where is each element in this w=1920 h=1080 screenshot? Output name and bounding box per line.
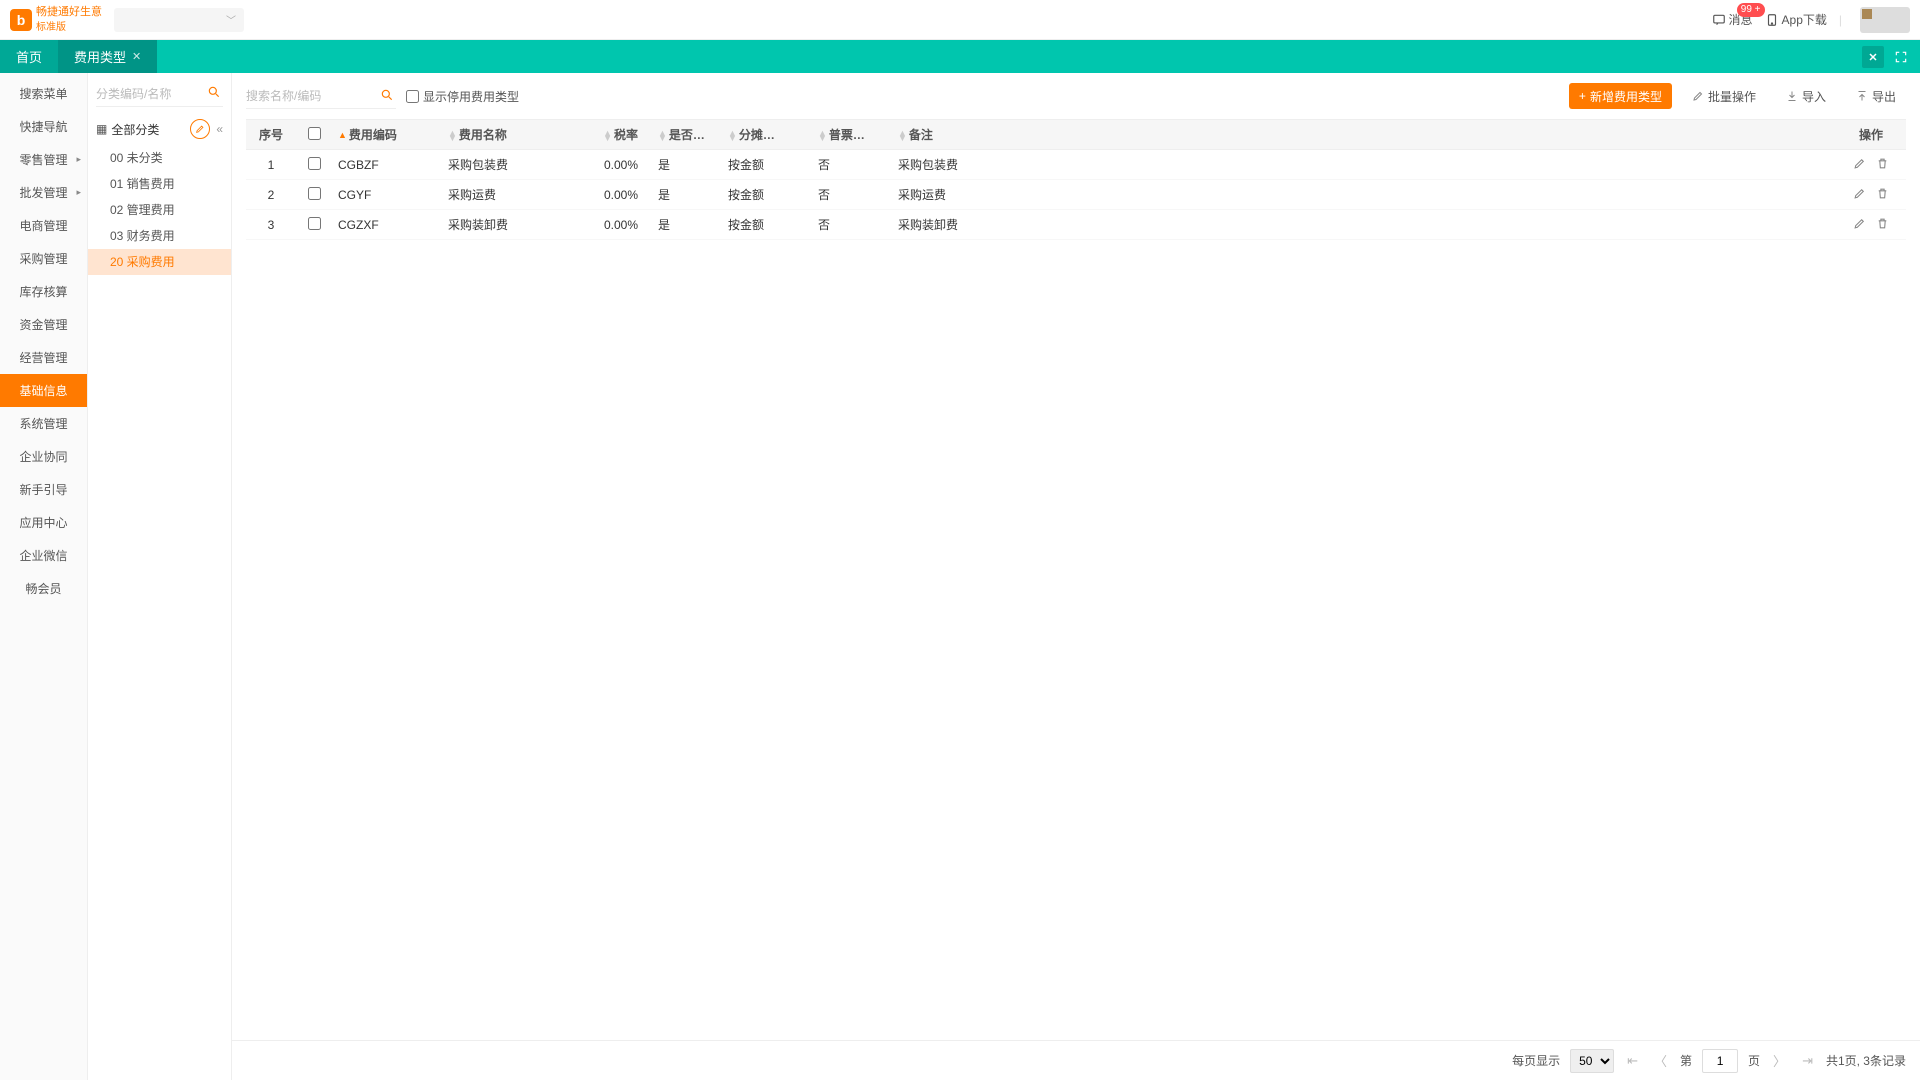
per-page-label: 每页显示 xyxy=(1512,1052,1560,1069)
pager: 每页显示 50 ⇤ 〈 第 页 〉 ⇥ 共1页, 3条记录 xyxy=(232,1040,1920,1080)
col-op: 操作 xyxy=(1836,120,1906,150)
tree-title[interactable]: ▦ 全部分类 xyxy=(96,121,184,138)
table-row: 1CGBZF采购包装费0.00%是按金额否采购包装费 xyxy=(246,150,1906,180)
import-button[interactable]: 导入 xyxy=(1776,83,1836,109)
row-checkbox[interactable] xyxy=(308,217,321,230)
sidebar-item[interactable]: 搜索菜单 xyxy=(0,77,87,110)
edit-categories-button[interactable] xyxy=(190,119,210,139)
delete-icon[interactable] xyxy=(1876,157,1889,170)
app-download-button[interactable]: App下载 xyxy=(1765,11,1827,28)
sidebar-item[interactable]: 快捷导航 xyxy=(0,110,87,143)
show-disabled-checkbox[interactable]: 显示停用费用类型 xyxy=(406,88,519,105)
caret-icon: ▸ xyxy=(76,154,81,165)
col-code[interactable]: ▲费用编码 xyxy=(332,120,442,150)
edit-icon xyxy=(1692,90,1704,102)
logo-icon: b xyxy=(10,9,32,31)
tab-expense-type[interactable]: 费用类型 ✕ xyxy=(58,40,157,73)
search-icon[interactable] xyxy=(207,85,221,99)
tree-item[interactable]: 02 管理费用 xyxy=(88,197,231,223)
col-tax[interactable]: ▲▼普票… xyxy=(812,120,892,150)
sidebar-item[interactable]: 应用中心 xyxy=(0,506,87,539)
tab-close-all-button[interactable] xyxy=(1862,46,1884,68)
search-input[interactable] xyxy=(246,83,396,109)
avatar[interactable] xyxy=(1860,7,1910,33)
plus-icon: + xyxy=(1579,89,1586,103)
chevron-down-icon: ﹀ xyxy=(226,12,236,27)
toolbar: 显示停用费用类型 + 新增费用类型 批量操作 导入 xyxy=(232,73,1920,119)
sidebar-item[interactable]: 库存核算 xyxy=(0,275,87,308)
table-row: 3CGZXF采购装卸费0.00%是按金额否采购装卸费 xyxy=(246,210,1906,240)
export-icon xyxy=(1856,90,1868,102)
sidebar-item[interactable]: 资金管理 xyxy=(0,308,87,341)
tree-search-input[interactable] xyxy=(96,81,223,107)
tabbar: 首页 费用类型 ✕ xyxy=(0,40,1920,73)
sidebar-item[interactable]: 新手引导 xyxy=(0,473,87,506)
col-bool[interactable]: ▲▼是否… xyxy=(652,120,722,150)
table-row: 2CGYF采购运费0.00%是按金额否采购运费 xyxy=(246,180,1906,210)
edit-icon[interactable] xyxy=(1853,157,1866,170)
tree-item[interactable]: 20 采购费用 xyxy=(88,249,231,275)
close-icon[interactable]: ✕ xyxy=(132,50,141,63)
expense-type-table: 序号 ▲费用编码 ▲▼费用名称 ▲▼税率 ▲▼是否… ▲▼分摊… ▲▼普票… ▲… xyxy=(246,119,1906,240)
messages-button[interactable]: 消息 99 + xyxy=(1712,11,1753,28)
page-input[interactable] xyxy=(1702,1049,1738,1073)
sidebar-item[interactable]: 系统管理 xyxy=(0,407,87,440)
search-icon[interactable] xyxy=(380,88,394,102)
caret-icon: ▸ xyxy=(76,187,81,198)
fullscreen-button[interactable] xyxy=(1890,46,1912,68)
export-button[interactable]: 导出 xyxy=(1846,83,1906,109)
tab-home[interactable]: 首页 xyxy=(0,40,58,73)
sidebar-item[interactable]: 基础信息 xyxy=(0,374,87,407)
pager-summary: 共1页, 3条记录 xyxy=(1826,1052,1906,1069)
row-checkbox[interactable] xyxy=(308,187,321,200)
sidebar-item[interactable]: 电商管理 xyxy=(0,209,87,242)
download-icon xyxy=(1765,13,1779,27)
org-selector[interactable]: ﹀ xyxy=(114,8,244,32)
tree-item[interactable]: 00 未分类 xyxy=(88,145,231,171)
col-name[interactable]: ▲▼费用名称 xyxy=(442,120,582,150)
brand-name: 畅捷通好生意 xyxy=(36,6,102,18)
delete-icon[interactable] xyxy=(1876,217,1889,230)
collapse-tree-icon[interactable]: « xyxy=(216,122,223,136)
batch-button[interactable]: 批量操作 xyxy=(1682,83,1766,109)
col-seq[interactable]: 序号 xyxy=(246,120,296,150)
edit-icon[interactable] xyxy=(1853,187,1866,200)
main-content: 显示停用费用类型 + 新增费用类型 批量操作 导入 xyxy=(232,73,1920,1080)
sidebar-item[interactable]: 经营管理 xyxy=(0,341,87,374)
next-page-button[interactable]: 〉 xyxy=(1770,1051,1789,1070)
category-tree-panel: ▦ 全部分类 « 00 未分类01 销售费用02 管理费用03 财务费用20 采… xyxy=(88,73,232,1080)
logo: b 畅捷通好生意 标准版 xyxy=(10,6,102,33)
delete-icon[interactable] xyxy=(1876,187,1889,200)
add-button[interactable]: + 新增费用类型 xyxy=(1569,83,1672,109)
col-remark[interactable]: ▲▼备注 xyxy=(892,120,1836,150)
first-page-button[interactable]: ⇤ xyxy=(1624,1053,1641,1069)
tree-item[interactable]: 03 财务费用 xyxy=(88,223,231,249)
sidebar: 搜索菜单快捷导航零售管理▸批发管理▸电商管理采购管理库存核算资金管理经营管理基础… xyxy=(0,73,88,1080)
prev-page-button[interactable]: 〈 xyxy=(1651,1051,1670,1070)
chat-icon xyxy=(1712,13,1726,27)
sidebar-item[interactable]: 批发管理▸ xyxy=(0,176,87,209)
sidebar-item[interactable]: 采购管理 xyxy=(0,242,87,275)
topbar: b 畅捷通好生意 标准版 ﹀ 消息 99 + App下载 | xyxy=(0,0,1920,40)
sidebar-item[interactable]: 零售管理▸ xyxy=(0,143,87,176)
sidebar-item[interactable]: 企业微信 xyxy=(0,539,87,572)
last-page-button[interactable]: ⇥ xyxy=(1799,1053,1816,1069)
tree-item[interactable]: 01 销售费用 xyxy=(88,171,231,197)
sidebar-item[interactable]: 企业协同 xyxy=(0,440,87,473)
col-rate[interactable]: ▲▼税率 xyxy=(582,120,652,150)
per-page-select[interactable]: 50 xyxy=(1570,1049,1614,1073)
col-split[interactable]: ▲▼分摊… xyxy=(722,120,812,150)
import-icon xyxy=(1786,90,1798,102)
row-checkbox[interactable] xyxy=(308,157,321,170)
col-select-all[interactable] xyxy=(296,120,332,150)
brand-edition: 标准版 xyxy=(36,18,102,33)
edit-icon[interactable] xyxy=(1853,217,1866,230)
messages-badge: 99 + xyxy=(1737,3,1765,17)
download-label: App下载 xyxy=(1782,11,1827,28)
grid-icon: ▦ xyxy=(96,122,107,136)
sidebar-item[interactable]: 畅会员 xyxy=(0,572,87,605)
